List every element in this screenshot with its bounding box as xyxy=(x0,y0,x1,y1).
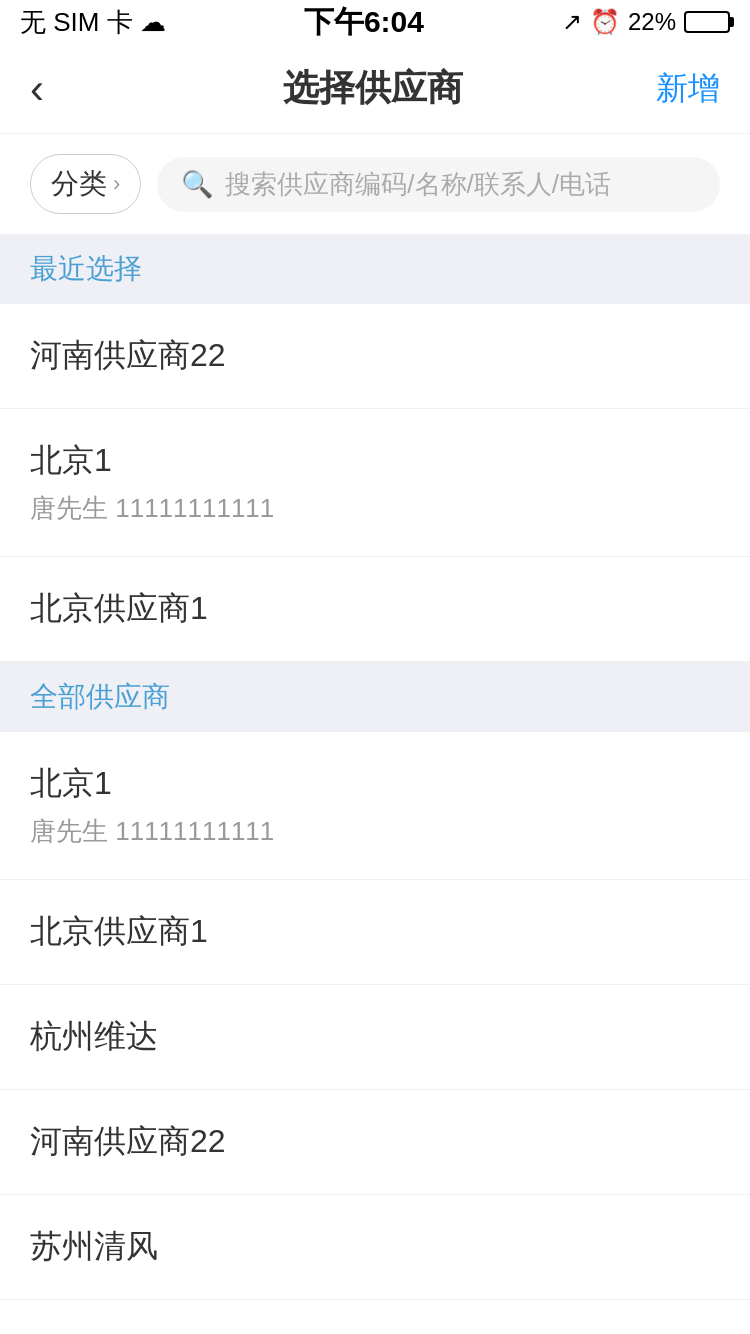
recent-list: 河南供应商22 北京1 唐先生 11111111111 北京供应商1 xyxy=(0,304,750,662)
list-item[interactable]: 苏州清风 xyxy=(0,1195,750,1300)
category-filter-button[interactable]: 分类 › xyxy=(30,154,141,214)
status-left: 无 SIM 卡 ☁ xyxy=(20,5,166,40)
item-name: 北京1 xyxy=(30,439,720,483)
item-name: 河南供应商22 xyxy=(30,1120,720,1164)
item-name: 杭州维达 xyxy=(30,1015,720,1059)
item-name: 北京供应商1 xyxy=(30,587,720,631)
alarm-icon: ⏰ xyxy=(590,8,620,36)
page-title: 选择供应商 xyxy=(283,64,463,113)
search-icon: 🔍 xyxy=(181,169,213,200)
search-bar: 分类 › 🔍 xyxy=(0,134,750,234)
item-name: 北京供应商1 xyxy=(30,910,720,954)
status-bar: 无 SIM 卡 ☁ 下午6:04 ↗ ⏰ 22% xyxy=(0,0,750,44)
all-section-header: 全部供应商 xyxy=(0,662,750,732)
item-sub: 唐先生 11111111111 xyxy=(30,491,720,526)
category-label: 分类 xyxy=(51,165,107,203)
battery-percent: 22% xyxy=(628,8,676,36)
chevron-right-icon: › xyxy=(113,171,120,197)
list-item[interactable]: 河南供应商22 xyxy=(0,1090,750,1195)
battery-icon xyxy=(684,11,730,33)
item-name: 河南供应商22 xyxy=(30,334,720,378)
search-input[interactable] xyxy=(225,169,696,200)
nav-bar: ‹ 选择供应商 新增 xyxy=(0,44,750,134)
search-input-wrapper: 🔍 xyxy=(157,157,720,212)
list-item[interactable]: 北京1 唐先生 11111111111 xyxy=(0,409,750,557)
item-name: 北京1 xyxy=(30,762,720,806)
list-item[interactable]: 北京供应商1 xyxy=(0,557,750,662)
recent-section-header: 最近选择 xyxy=(0,234,750,304)
list-item[interactable]: 河南供应商22 xyxy=(0,304,750,409)
status-time: 下午6:04 xyxy=(304,2,424,43)
location-icon: ↗ xyxy=(562,8,582,36)
item-sub: 唐先生 11111111111 xyxy=(30,814,720,849)
recent-section-label: 最近选择 xyxy=(30,253,142,284)
sim-status: 无 SIM 卡 ☁ xyxy=(20,5,166,40)
list-item[interactable]: 杭州维达 xyxy=(0,985,750,1090)
status-right: ↗ ⏰ 22% xyxy=(562,8,730,36)
back-button[interactable]: ‹ xyxy=(30,65,90,113)
item-name: 苏州清风 xyxy=(30,1225,720,1269)
all-section-label: 全部供应商 xyxy=(30,681,170,712)
list-item[interactable]: 北京1 唐先生 11111111111 xyxy=(0,732,750,880)
all-suppliers-list: 北京1 唐先生 11111111111 北京供应商1 杭州维达河南供应商22 苏州清风 xyxy=(0,732,750,1300)
add-button[interactable]: 新增 xyxy=(656,67,720,111)
list-item[interactable]: 北京供应商1 xyxy=(0,880,750,985)
